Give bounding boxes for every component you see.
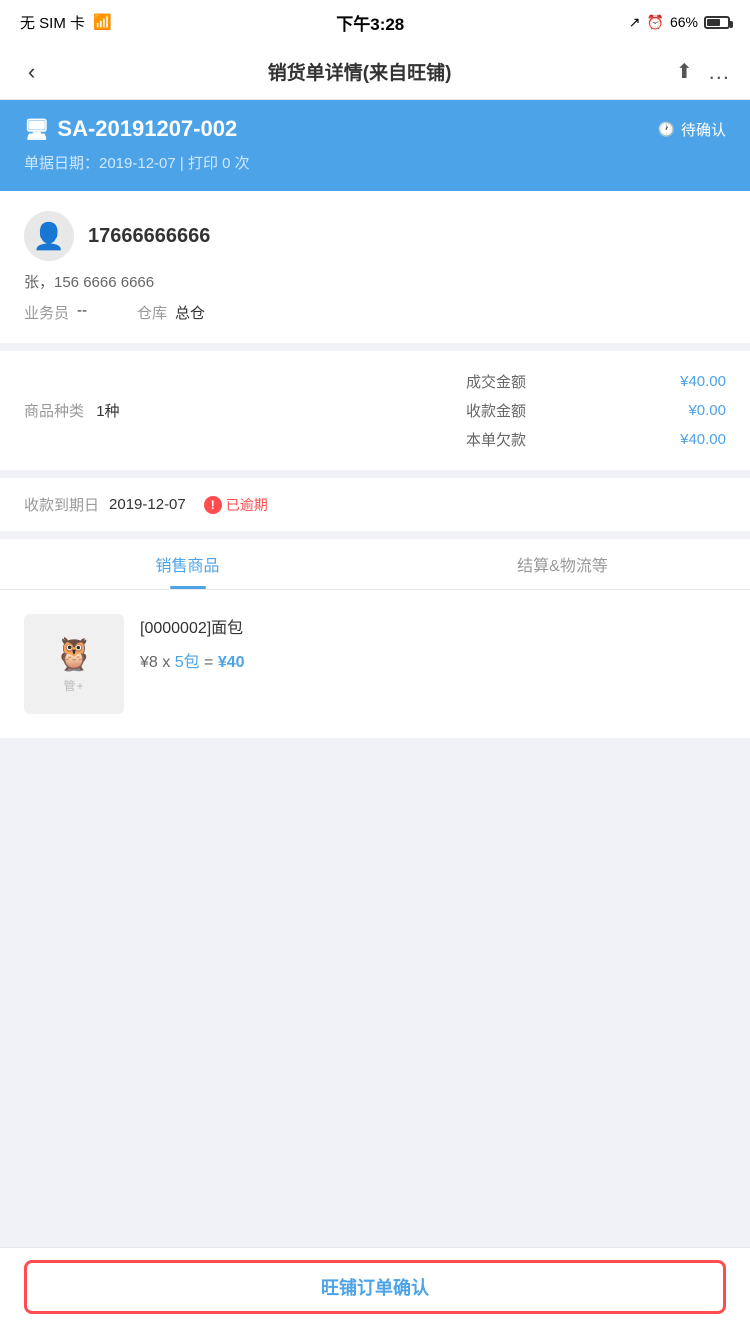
customer-meta: 业务员 -- 仓库 总仓 (24, 302, 726, 323)
wifi-icon: 📶 (93, 13, 112, 31)
product-types-value: 1种 (96, 403, 119, 420)
product-placeholder-icon: 🦉 (54, 635, 94, 673)
order-id-row: 🖥 SA-20191207-002 🕐 待确认 (24, 116, 726, 142)
order-header: 🖥 SA-20191207-002 🕐 待确认 单据日期：2019-12-07 … (0, 100, 750, 191)
back-button[interactable]: ‹ (20, 51, 43, 93)
product-types: 商品种类 1种 (24, 400, 120, 421)
warehouse-value: 总仓 (175, 302, 205, 323)
order-icon: 🖥 (24, 117, 49, 142)
alarm-icon: ⏰ (647, 14, 664, 31)
product-thumb-inner: 🦉 管+ (54, 635, 94, 694)
clock-icon: 🕐 (658, 121, 675, 138)
tab-sales-label: 销售商品 (155, 552, 219, 576)
order-id: 🖥 SA-20191207-002 (24, 116, 237, 142)
stats-right: 成交金额 ¥40.00 收款金额 ¥0.00 本单欠款 ¥40.00 (375, 371, 726, 450)
tab-sales[interactable]: 销售商品 (0, 539, 375, 589)
receipt-amount-row: 收款金额 ¥0.00 (466, 400, 726, 421)
deal-amount: ¥40.00 (680, 373, 726, 390)
status-left: 无 SIM 卡 📶 (20, 12, 112, 33)
product-info: [0000002]面包 ¥8 x 5包 = ¥40 (140, 614, 726, 672)
status-right: ↗ ⏰ 66% (629, 14, 730, 31)
nav-bar: ‹ 销货单详情(来自旺铺) ⬆ ... (0, 44, 750, 100)
carrier-label: 无 SIM 卡 (20, 12, 85, 33)
product-item: 🦉 管+ [0000002]面包 ¥8 x 5包 = ¥40 (24, 606, 726, 722)
customer-phone: 17666666666 (88, 225, 210, 248)
tabs-section: 销售商品 结算&物流等 (0, 539, 750, 590)
overdue-badge: ! 已逾期 (204, 495, 268, 515)
customer-name: 张，156 6666 6666 (24, 271, 726, 292)
product-price-row: ¥8 x 5包 = ¥40 (140, 648, 726, 672)
tab-settlement[interactable]: 结算&物流等 (375, 539, 750, 589)
tab-settlement-label: 结算&物流等 (517, 552, 608, 576)
product-price: ¥8 x (140, 654, 175, 671)
share-button[interactable]: ⬆ (676, 59, 693, 84)
product-thumbnail: 🦉 管+ (24, 614, 124, 714)
more-button[interactable]: ... (709, 59, 730, 85)
product-code-name: [0000002]面包 (140, 620, 243, 637)
avatar: 👤 (24, 211, 74, 261)
battery-percent: 66% (670, 14, 698, 30)
sales-rep-item: 业务员 -- (24, 302, 87, 323)
warehouse-label: 仓库 (137, 302, 167, 323)
owed-label: 本单欠款 (466, 429, 526, 450)
products-section: 🦉 管+ [0000002]面包 ¥8 x 5包 = ¥40 (0, 590, 750, 738)
order-id-text: SA-20191207-002 (57, 116, 237, 142)
stats-section: 商品种类 1种 成交金额 ¥40.00 收款金额 ¥0.00 本单欠款 ¥40.… (0, 351, 750, 478)
receipt-amount: ¥0.00 (688, 402, 726, 419)
empty-area (0, 738, 750, 958)
product-total: ¥40 (218, 654, 245, 671)
order-date: 单据日期：2019-12-07 | 打印 0 次 (24, 152, 726, 173)
overdue-icon: ! (204, 496, 222, 514)
location-icon: ↗ (629, 14, 641, 31)
nav-actions: ⬆ ... (676, 59, 730, 85)
sales-rep-label: 业务员 (24, 302, 69, 323)
status-bar: 无 SIM 卡 📶 下午3:28 ↗ ⏰ 66% (0, 0, 750, 44)
product-types-label: 商品种类 (24, 403, 84, 420)
product-qty: 5包 (175, 654, 200, 671)
sales-rep-value: -- (77, 302, 87, 323)
warehouse-item: 仓库 总仓 (137, 302, 205, 323)
equals-sign: = (200, 654, 218, 671)
owed-amount-row: 本单欠款 ¥40.00 (466, 429, 726, 450)
due-label: 收款到期日 (24, 494, 99, 515)
tab-active-indicator (170, 586, 206, 589)
receipt-label: 收款金额 (466, 400, 526, 421)
bottom-bar: 旺铺订单确认 (0, 1247, 750, 1334)
overdue-text: 已逾期 (226, 495, 268, 515)
customer-row: 👤 17666666666 (24, 211, 726, 261)
battery-icon (704, 16, 730, 29)
customer-section: 👤 17666666666 张，156 6666 6666 业务员 -- 仓库 … (0, 191, 750, 351)
due-date: 2019-12-07 (109, 496, 186, 513)
order-status: 🕐 待确认 (658, 119, 726, 140)
confirm-order-button[interactable]: 旺铺订单确认 (24, 1260, 726, 1314)
brand-text: 管+ (63, 677, 84, 694)
product-name: [0000002]面包 (140, 614, 726, 638)
due-section: 收款到期日 2019-12-07 ! 已逾期 (0, 478, 750, 539)
owed-amount: ¥40.00 (680, 431, 726, 448)
status-time: 下午3:28 (336, 10, 404, 35)
order-status-text: 待确认 (681, 119, 726, 140)
stats-left: 商品种类 1种 (24, 371, 375, 450)
deal-amount-row: 成交金额 ¥40.00 (466, 371, 726, 392)
page-title: 销货单详情(来自旺铺) (268, 58, 452, 85)
deal-label: 成交金额 (466, 371, 526, 392)
